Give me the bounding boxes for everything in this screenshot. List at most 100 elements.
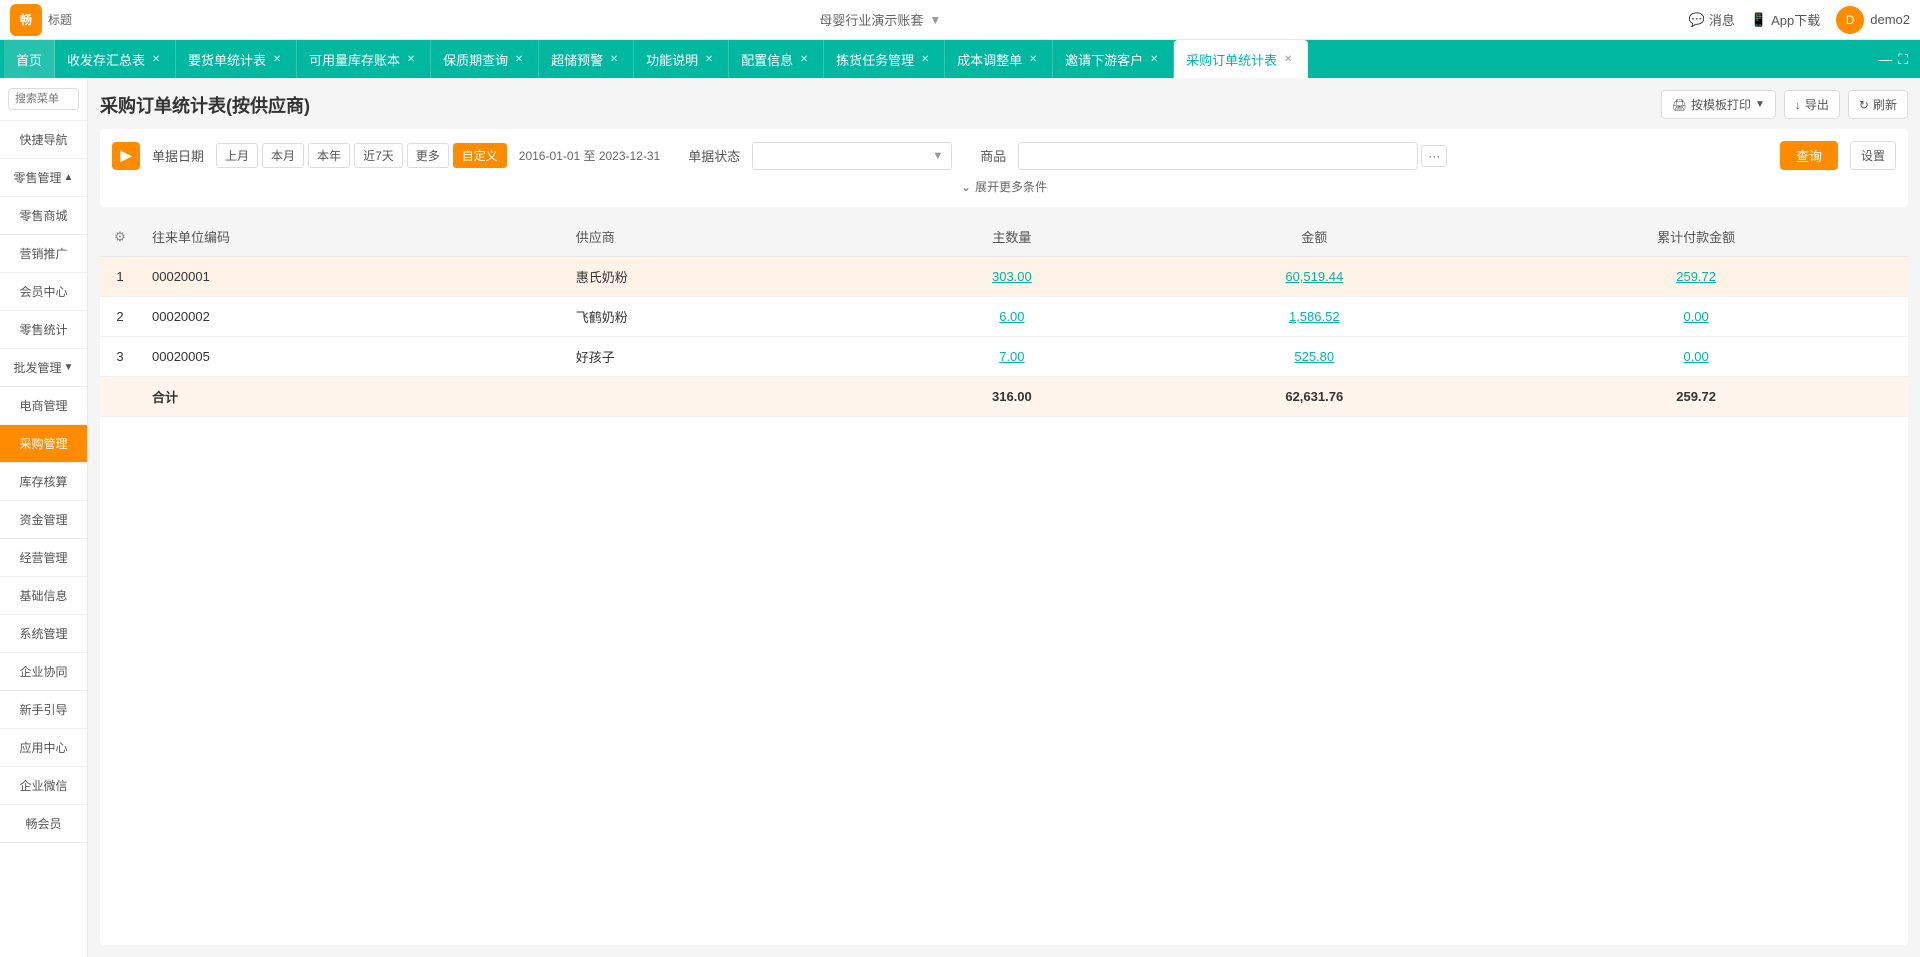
filter-expand-btn[interactable]: ▶ — [112, 142, 140, 170]
refresh-button[interactable]: ↻ 刷新 — [1848, 90, 1908, 119]
sidebar-item-basic-info[interactable]: 基础信息 — [0, 577, 87, 615]
app-download-btn[interactable]: 📱 App下载 — [1751, 10, 1820, 29]
row-supplier: 好孩子 — [564, 337, 880, 377]
tab-close-icon[interactable]: ✕ — [149, 52, 163, 66]
row-unit-code: 00020002 — [140, 297, 564, 337]
sidebar-item-member-benefit[interactable]: 畅会员 — [0, 805, 87, 843]
tab-cost-adjust[interactable]: 成本调整单 ✕ — [945, 40, 1053, 78]
filter-date-this-month[interactable]: 本月 — [262, 143, 304, 168]
tab-expiry-query[interactable]: 保质期查询 ✕ — [431, 40, 539, 78]
settings-icon[interactable]: ⚙ — [114, 229, 126, 244]
tab-purchase-stats[interactable]: 采购订单统计表 ✕ — [1174, 40, 1308, 78]
sidebar-item-purchase-mgmt[interactable]: 采购管理 — [0, 425, 87, 463]
tab-invite-downstream[interactable]: 邀请下游客户 ✕ — [1053, 40, 1174, 78]
export-button[interactable]: ↓ 导出 — [1784, 90, 1840, 119]
filter-date-this-year[interactable]: 本年 — [308, 143, 350, 168]
tab-available-stock[interactable]: 可用量库存账本 ✕ — [297, 40, 431, 78]
sidebar-item-stock-check[interactable]: 库存核算 — [0, 463, 87, 501]
sidebar-item-app-center[interactable]: 应用中心 — [0, 729, 87, 767]
tab-home[interactable]: 首页 — [4, 40, 55, 78]
sidebar-item-ecommerce[interactable]: 电商管理 — [0, 387, 87, 425]
tab-receive-summary[interactable]: 收发存汇总表 ✕ — [55, 40, 176, 78]
filter-date-last-month[interactable]: 上月 — [216, 143, 258, 168]
footer-amount: 62,631.76 — [1144, 377, 1484, 417]
search-input[interactable] — [8, 88, 79, 110]
sidebar-item-label: 企业微信 — [19, 777, 67, 794]
sidebar-item-label: 批发管理 — [14, 359, 62, 376]
row-no: 1 — [100, 257, 140, 297]
top-bar-right: 💬 消息 📱 App下载 D demo2 — [1689, 6, 1910, 34]
message-btn[interactable]: 💬 消息 — [1689, 10, 1735, 29]
sidebar-item-finance[interactable]: 资金管理 — [0, 501, 87, 539]
filter-date-more[interactable]: 更多 — [407, 143, 449, 168]
tab-label: 成本调整单 — [957, 50, 1022, 69]
row-amount: 525.80 — [1144, 337, 1484, 377]
print-icon: 🖨 — [1672, 98, 1687, 112]
filter-status-select[interactable]: ▼ — [752, 142, 952, 170]
sidebar-item-enterprise-wechat[interactable]: 企业微信 — [0, 767, 87, 805]
tab-close-icon[interactable]: ✕ — [1147, 52, 1161, 66]
sidebar-item-business-mgmt[interactable]: 经营管理 — [0, 539, 87, 577]
row-amount: 1,586.52 — [1144, 297, 1484, 337]
sidebar-item-marketing[interactable]: 营销推广 — [0, 235, 87, 273]
tab-close-icon[interactable]: ✕ — [1026, 52, 1040, 66]
sidebar-item-enterprise-collab[interactable]: 企业协同 — [0, 653, 87, 691]
filter-date-7days[interactable]: 近7天 — [354, 143, 403, 168]
sidebar-item-label: 零售管理 — [14, 169, 62, 186]
row-paid-amount: 259.72 — [1484, 257, 1908, 297]
tab-label: 采购订单统计表 — [1186, 50, 1277, 69]
tab-overstock-alert[interactable]: 超储预警 ✕ — [539, 40, 634, 78]
sidebar-item-wholesale-mgmt[interactable]: 批发管理 ▼ — [0, 349, 87, 387]
sidebar-item-shortcut-nav[interactable]: 快捷导航 — [0, 121, 87, 159]
tab-maximize-icon[interactable]: ⛶ — [1898, 51, 1908, 68]
sidebar-search[interactable] — [0, 78, 87, 121]
filter-goods-input[interactable] — [1018, 142, 1418, 170]
tab-label: 配置信息 — [741, 50, 793, 69]
tab-function-desc[interactable]: 功能说明 ✕ — [634, 40, 729, 78]
sidebar-item-retail-shop[interactable]: 零售商城 — [0, 197, 87, 235]
tab-close-icon[interactable]: ✕ — [404, 52, 418, 66]
sidebar-item-label: 系统管理 — [19, 625, 67, 642]
workspace-name: 母婴行业演示账套 — [819, 10, 923, 29]
tab-close-icon[interactable]: ✕ — [270, 52, 284, 66]
tab-close-icon[interactable]: ✕ — [1281, 52, 1295, 66]
query-button[interactable]: 查询 — [1780, 141, 1838, 170]
workspace-selector[interactable]: 母婴行业演示账套 ▼ — [819, 10, 941, 29]
sidebar-item-member-center[interactable]: 会员中心 — [0, 273, 87, 311]
username: demo2 — [1870, 12, 1910, 27]
sidebar-item-retail-stats[interactable]: 零售统计 — [0, 311, 87, 349]
workspace-dropdown-icon[interactable]: ▼ — [929, 13, 941, 27]
expand-more-btn[interactable]: ⌄ 展开更多条件 — [961, 178, 1047, 195]
sidebar-item-label: 采购管理 — [19, 435, 67, 452]
sidebar-item-new-guide[interactable]: 新手引导 — [0, 691, 87, 729]
chevron-up-icon: ▲ — [64, 172, 74, 183]
print-button[interactable]: 🖨 按模板打印 ▼ — [1661, 90, 1776, 119]
tab-goods-stats[interactable]: 要货单统计表 ✕ — [176, 40, 297, 78]
logo-text: 标题 — [48, 11, 72, 28]
filter-date-custom[interactable]: 自定义 — [453, 143, 507, 168]
tab-label: 收发存汇总表 — [67, 50, 145, 69]
tab-config-info[interactable]: 配置信息 ✕ — [729, 40, 824, 78]
tab-minimize-icon[interactable]: — — [1878, 51, 1892, 68]
print-dropdown-icon[interactable]: ▼ — [1755, 99, 1765, 110]
settings-button[interactable]: 设置 — [1850, 141, 1896, 170]
tab-close-icon[interactable]: ✕ — [512, 52, 526, 66]
tab-close-icon[interactable]: ✕ — [797, 52, 811, 66]
tab-close-icon[interactable]: ✕ — [918, 52, 932, 66]
user-area[interactable]: D demo2 — [1836, 6, 1910, 34]
tab-close-icon[interactable]: ✕ — [702, 52, 716, 66]
tab-label: 拣货任务管理 — [836, 50, 914, 69]
sidebar-item-label: 经营管理 — [19, 549, 67, 566]
row-qty: 7.00 — [879, 337, 1144, 377]
row-supplier: 飞鹤奶粉 — [564, 297, 880, 337]
footer-qty: 316.00 — [879, 377, 1144, 417]
tab-pick-task[interactable]: 拣货任务管理 ✕ — [824, 40, 945, 78]
tab-label: 保质期查询 — [443, 50, 508, 69]
sidebar-item-system-mgmt[interactable]: 系统管理 — [0, 615, 87, 653]
tab-close-icon[interactable]: ✕ — [607, 52, 621, 66]
data-table: ⚙ 往来单位编码 供应商 主数量 金额 累计付款金额 1 00020001 — [100, 217, 1908, 417]
tab-label: 超储预警 — [551, 50, 603, 69]
sidebar-item-retail-mgmt[interactable]: 零售管理 ▲ — [0, 159, 87, 197]
filter-more-btn[interactable]: ··· — [1421, 145, 1447, 167]
tab-label: 可用量库存账本 — [309, 50, 400, 69]
